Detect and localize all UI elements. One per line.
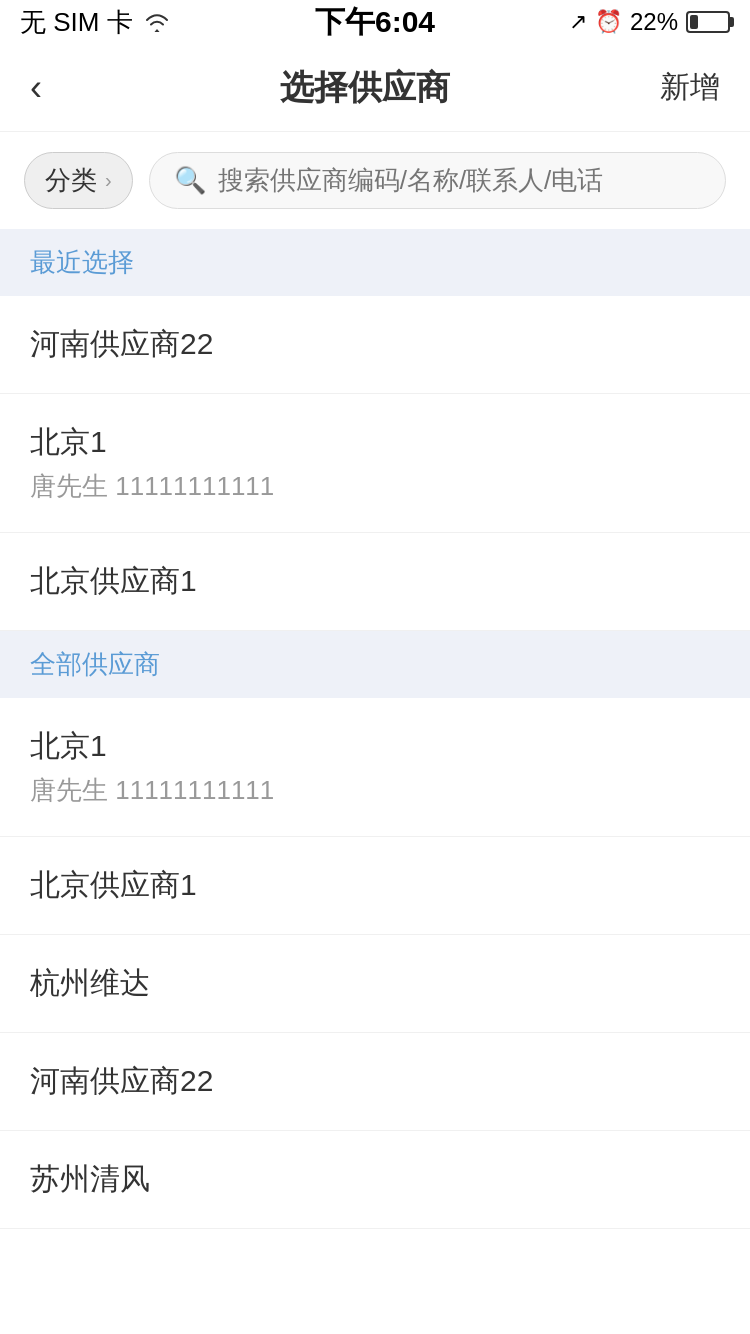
status-carrier: 无 SIM 卡	[20, 5, 171, 40]
supplier-name: 北京1	[30, 726, 720, 767]
search-input[interactable]	[218, 165, 701, 196]
list-item[interactable]: 苏州清风	[0, 1131, 750, 1229]
location-icon: ↗	[569, 9, 587, 35]
supplier-name: 北京供应商1	[30, 561, 720, 602]
list-item[interactable]: 北京供应商1	[0, 533, 750, 631]
list-item[interactable]: 北京供应商1	[0, 837, 750, 935]
supplier-name: 北京供应商1	[30, 865, 720, 906]
add-button[interactable]: 新增	[640, 67, 720, 108]
chevron-right-icon: ›	[105, 169, 112, 192]
status-right: ↗ ⏰ 22%	[569, 8, 730, 36]
wifi-icon	[143, 11, 171, 33]
category-label: 分类	[45, 163, 97, 198]
supplier-name: 河南供应商22	[30, 324, 720, 365]
section-header-all: 全部供应商	[0, 631, 750, 698]
search-icon: 🔍	[174, 165, 206, 196]
battery-pct: 22%	[630, 8, 678, 36]
supplier-name: 杭州维达	[30, 963, 720, 1004]
battery-icon	[686, 11, 730, 33]
supplier-sub: 唐先生 11111111111	[30, 469, 720, 504]
list-item[interactable]: 杭州维达	[0, 935, 750, 1033]
section-header-recent: 最近选择	[0, 229, 750, 296]
page-title: 选择供应商	[280, 65, 450, 111]
list-item[interactable]: 河南供应商22	[0, 296, 750, 394]
list-item[interactable]: 北京1 唐先生 11111111111	[0, 698, 750, 837]
back-button[interactable]: ‹	[30, 67, 90, 109]
supplier-sub: 唐先生 11111111111	[30, 773, 720, 808]
list-item[interactable]: 河南供应商22	[0, 1033, 750, 1131]
alarm-icon: ⏰	[595, 9, 622, 35]
supplier-name: 苏州清风	[30, 1159, 720, 1200]
sections-container: 最近选择河南供应商22 北京1 唐先生 11111111111 北京供应商1 全部供应商…	[0, 229, 750, 1229]
list-item[interactable]: 北京1 唐先生 11111111111	[0, 394, 750, 533]
status-time: 下午6:04	[315, 2, 435, 43]
supplier-name: 河南供应商22	[30, 1061, 720, 1102]
status-bar: 无 SIM 卡 下午6:04 ↗ ⏰ 22%	[0, 0, 750, 44]
category-button[interactable]: 分类 ›	[24, 152, 133, 209]
search-bar[interactable]: 🔍	[149, 152, 726, 209]
supplier-name: 北京1	[30, 422, 720, 463]
nav-bar: ‹ 选择供应商 新增	[0, 44, 750, 132]
filter-bar: 分类 › 🔍	[0, 132, 750, 229]
